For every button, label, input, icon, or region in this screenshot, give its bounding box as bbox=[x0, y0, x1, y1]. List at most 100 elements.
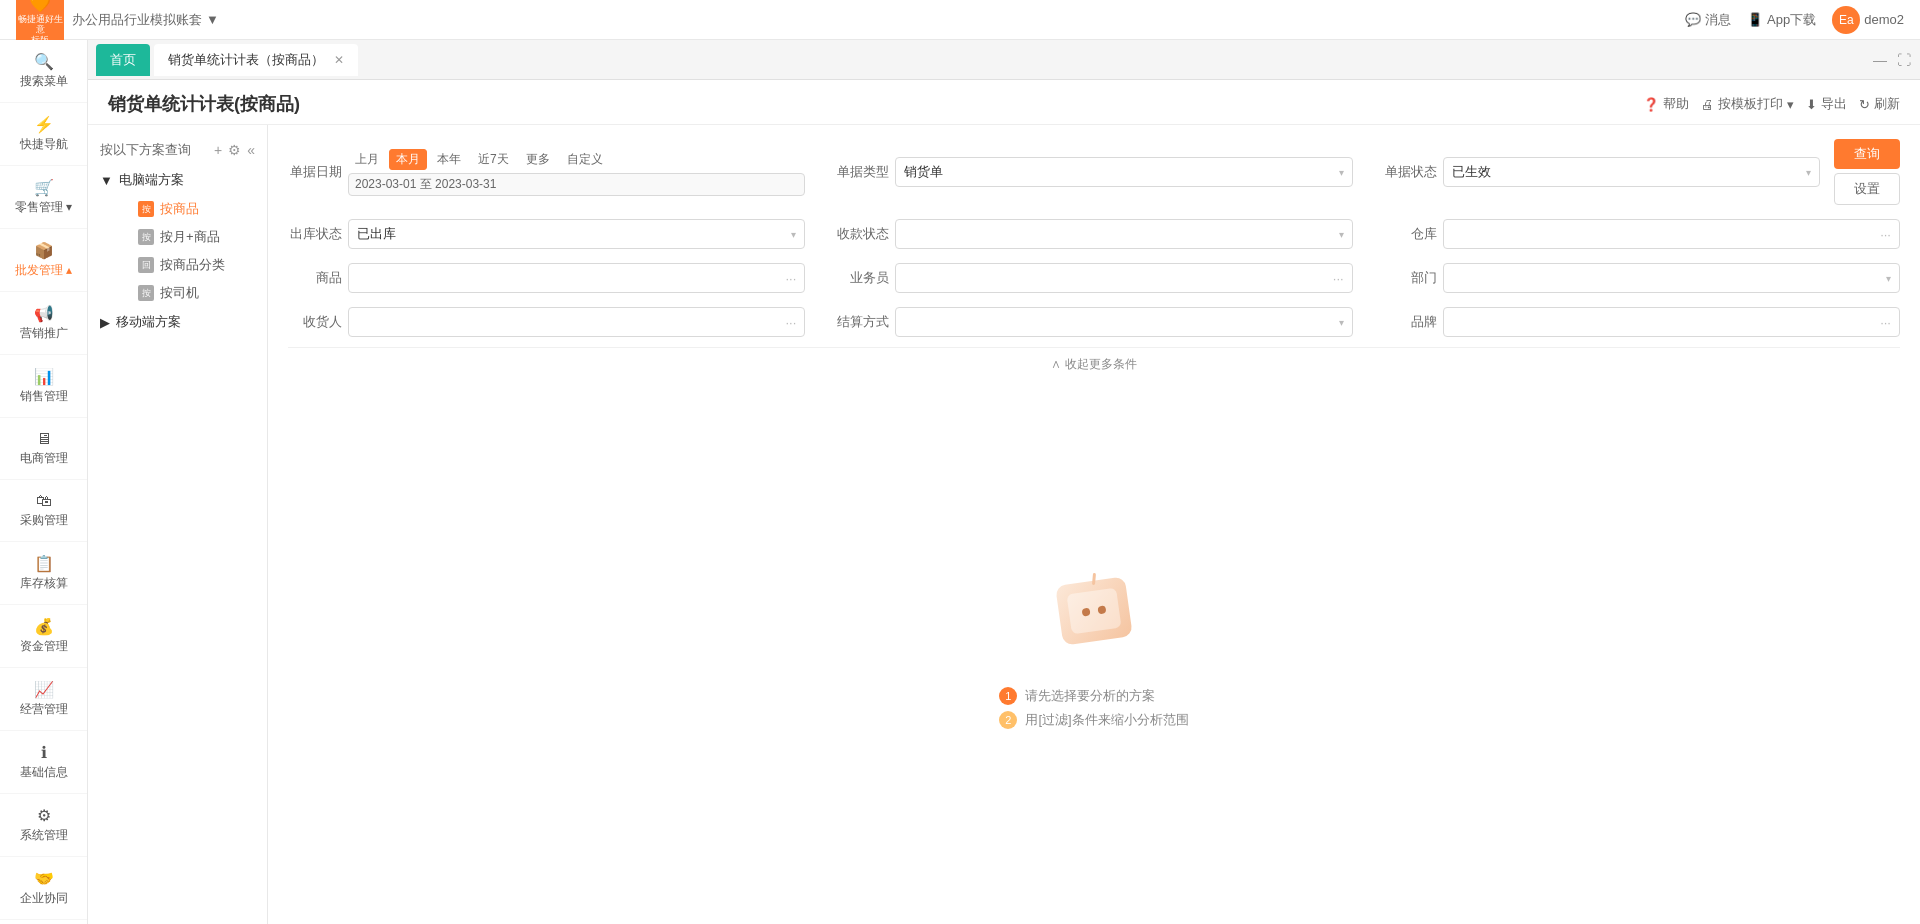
tab-home[interactable]: 首页 bbox=[96, 44, 150, 76]
sidebar-item-finance[interactable]: 💰 资金管理 bbox=[0, 605, 87, 668]
sidebar-item-operations[interactable]: 📈 经营管理 bbox=[0, 668, 87, 731]
template-print-button[interactable]: 🖨 按模板打印 ▾ bbox=[1701, 95, 1794, 113]
search-icon: 🔍 bbox=[4, 52, 83, 71]
payment-method-chevron: ▾ bbox=[1339, 317, 1344, 328]
empty-box-eyes bbox=[1082, 605, 1107, 616]
tab-sales-stat[interactable]: 销货单统计计表（按商品） ✕ bbox=[154, 44, 358, 76]
add-scheme-icon[interactable]: + bbox=[214, 142, 222, 158]
empty-box-face bbox=[1066, 587, 1121, 634]
sidebar-item-label: 批发管理 ▴ bbox=[4, 262, 83, 279]
date-btn-7days[interactable]: 近7天 bbox=[471, 149, 516, 170]
basic-info-icon: ℹ bbox=[4, 743, 83, 762]
sidebar-item-newbie[interactable]: 🎯 新手引导 bbox=[0, 920, 87, 924]
date-btn-this-year[interactable]: 本年 bbox=[430, 149, 468, 170]
tree-item-by-cashier[interactable]: 按 按司机 bbox=[108, 279, 267, 307]
tree-item-product-category[interactable]: 回 按商品分类 bbox=[108, 251, 267, 279]
left-eye bbox=[1082, 607, 1091, 616]
product-dots[interactable]: ··· bbox=[785, 271, 796, 286]
date-btn-more[interactable]: 更多 bbox=[519, 149, 557, 170]
sidebar-item-search[interactable]: 🔍 搜索菜单 bbox=[0, 40, 87, 103]
workspace-selector[interactable]: 办公用品行业模拟账套 ▼ bbox=[72, 11, 219, 29]
query-button[interactable]: 查询 bbox=[1834, 139, 1900, 169]
date-btn-this-month[interactable]: 本月 bbox=[389, 149, 427, 170]
user-menu[interactable]: Ea demo2 bbox=[1832, 6, 1904, 34]
salesperson-input[interactable]: ··· bbox=[895, 263, 1352, 293]
date-label: 单据日期 bbox=[288, 163, 342, 181]
sidebar-item-label: 基础信息 bbox=[4, 764, 83, 781]
settings-button[interactable]: 设置 bbox=[1834, 173, 1900, 205]
left-panel-header: 按以下方案查询 + ⚙ « bbox=[88, 135, 267, 165]
sidebar-item-purchase[interactable]: 🛍 采购管理 bbox=[0, 480, 87, 542]
warehouse-input[interactable]: ··· bbox=[1443, 219, 1900, 249]
out-status-input[interactable]: 已出库 ▾ bbox=[348, 219, 805, 249]
recipient-dots[interactable]: ··· bbox=[785, 315, 796, 330]
scheme-settings-icon[interactable]: ⚙ bbox=[228, 142, 241, 158]
doc-type-chevron: ▾ bbox=[1339, 167, 1344, 178]
brand-dots[interactable]: ··· bbox=[1880, 315, 1891, 330]
hint-num-2: 2 bbox=[999, 711, 1017, 729]
sidebar-item-label: 资金管理 bbox=[4, 638, 83, 655]
sidebar-item-label: 搜索菜单 bbox=[4, 73, 83, 90]
sidebar-item-ecommerce[interactable]: 🖥 电商管理 bbox=[0, 418, 87, 480]
messages-button[interactable]: 💬 消息 bbox=[1685, 11, 1731, 29]
out-status-chevron: ▾ bbox=[791, 229, 796, 240]
sidebar-item-label: 快捷导航 bbox=[4, 136, 83, 153]
payment-method-input[interactable]: ▾ bbox=[895, 307, 1352, 337]
sidebar-item-marketing[interactable]: 📢 营销推广 bbox=[0, 292, 87, 355]
messages-label: 消息 bbox=[1705, 11, 1731, 29]
purchase-icon: 🛍 bbox=[4, 492, 83, 510]
refresh-button[interactable]: ↻ 刷新 bbox=[1859, 95, 1900, 113]
help-button[interactable]: ❓ 帮助 bbox=[1643, 95, 1689, 113]
tree-item-month-product[interactable]: 按 按月+商品 bbox=[108, 223, 267, 251]
maximize-button[interactable]: ⛶ bbox=[1896, 52, 1912, 68]
sidebar-item-retail[interactable]: 🛒 零售管理 ▾ bbox=[0, 166, 87, 229]
tree-desktop-children: 按 按商品 按 按月+商品 回 按商品分类 bbox=[88, 195, 267, 307]
tree-item-by-product[interactable]: 按 按商品 bbox=[108, 195, 267, 223]
date-btn-last-month[interactable]: 上月 bbox=[348, 149, 386, 170]
payment-status-input[interactable]: ▾ bbox=[895, 219, 1352, 249]
sidebar-item-sales-mgmt[interactable]: 📊 销售管理 bbox=[0, 355, 87, 418]
page-body: 销货单统计计表(按商品) ❓ 帮助 🖨 按模板打印 ▾ ⬇ 导出 bbox=[88, 80, 1920, 924]
doc-type-input[interactable]: 销货单 ▾ bbox=[895, 157, 1352, 187]
doc-status-input[interactable]: 已生效 ▾ bbox=[1443, 157, 1820, 187]
dept-input[interactable]: ▾ bbox=[1443, 263, 1900, 293]
page-title-bar: 销货单统计计表(按商品) ❓ 帮助 🖨 按模板打印 ▾ ⬇ 导出 bbox=[88, 80, 1920, 125]
recipient-input[interactable]: ··· bbox=[348, 307, 805, 337]
payment-method-label: 结算方式 bbox=[835, 313, 889, 331]
sidebar-item-label: 采购管理 bbox=[4, 512, 83, 529]
wholesale-icon: 📦 bbox=[4, 241, 83, 260]
print-icon: 🖨 bbox=[1701, 97, 1714, 112]
minimize-button[interactable]: — bbox=[1872, 52, 1888, 68]
sidebar-item-system[interactable]: ⚙ 系统管理 bbox=[0, 794, 87, 857]
collapse-bar[interactable]: ∧ 收起更多条件 bbox=[288, 347, 1900, 381]
salesperson-dots[interactable]: ··· bbox=[1333, 271, 1344, 286]
warehouse-dots[interactable]: ··· bbox=[1880, 227, 1891, 242]
filter-product-field: 商品 ··· bbox=[288, 263, 805, 293]
sidebar-item-inventory[interactable]: 📋 库存核算 bbox=[0, 542, 87, 605]
product-input[interactable]: ··· bbox=[348, 263, 805, 293]
sidebar-item-label: 企业协同 bbox=[4, 890, 83, 907]
by-cashier-icon: 按 bbox=[138, 285, 154, 301]
app-download-button[interactable]: 📱 App下载 bbox=[1747, 11, 1816, 29]
tree-mobile-header[interactable]: ▶ 移动端方案 bbox=[88, 307, 267, 337]
date-range-input[interactable]: 2023-03-01 至 2023-03-31 bbox=[348, 173, 805, 196]
sidebar-item-wholesale[interactable]: 📦 批发管理 ▴ bbox=[0, 229, 87, 292]
sidebar-item-label: 经营管理 bbox=[4, 701, 83, 718]
empty-hint-1: 1 请先选择要分析的方案 bbox=[999, 687, 1188, 705]
refresh-icon: ↻ bbox=[1859, 97, 1870, 112]
tree-desktop-header[interactable]: ▼ 电脑端方案 bbox=[88, 165, 267, 195]
doc-status-label: 单据状态 bbox=[1383, 163, 1437, 181]
sidebar-item-enterprise[interactable]: 🤝 企业协同 bbox=[0, 857, 87, 920]
sidebar-item-basic-info[interactable]: ℹ 基础信息 bbox=[0, 731, 87, 794]
filter-doc-status-field: 单据状态 已生效 ▾ bbox=[1383, 157, 1820, 187]
tab-close-icon[interactable]: ✕ bbox=[334, 53, 344, 67]
date-btn-custom[interactable]: 自定义 bbox=[560, 149, 610, 170]
collapse-panel-icon[interactable]: « bbox=[247, 142, 255, 158]
sidebar-item-quick-nav[interactable]: ⚡ 快捷导航 bbox=[0, 103, 87, 166]
month-product-icon: 按 bbox=[138, 229, 154, 245]
left-panel-icons: + ⚙ « bbox=[214, 142, 255, 158]
export-button[interactable]: ⬇ 导出 bbox=[1806, 95, 1847, 113]
brand-input[interactable]: ··· bbox=[1443, 307, 1900, 337]
sidebar-item-label: 零售管理 ▾ bbox=[4, 199, 83, 216]
sidebar-item-label: 系统管理 bbox=[4, 827, 83, 844]
